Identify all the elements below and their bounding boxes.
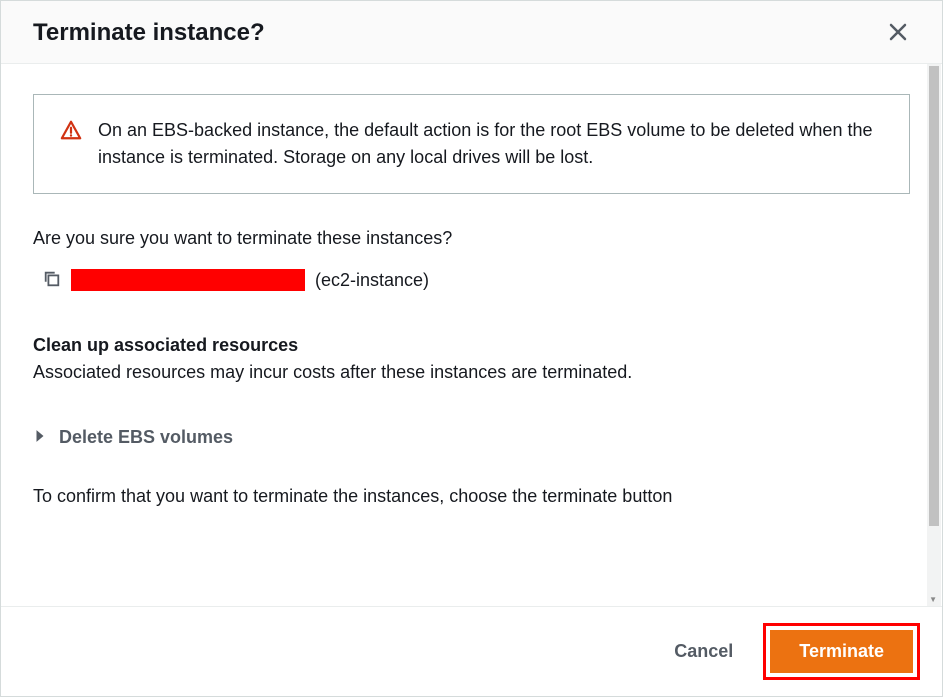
modal-title: Terminate instance?	[33, 19, 265, 47]
terminate-highlight-box: Terminate	[763, 623, 920, 680]
modal-header: Terminate instance?	[1, 1, 942, 64]
scrollbar-down-icon[interactable]: ▼	[929, 595, 937, 604]
terminate-instance-modal: Terminate instance? On an EBS-backed ins…	[0, 0, 943, 697]
instance-id-redacted	[71, 269, 305, 291]
cleanup-description: Associated resources may incur costs aft…	[33, 362, 910, 383]
cancel-button[interactable]: Cancel	[654, 631, 753, 672]
warning-triangle-icon	[60, 119, 82, 171]
copy-icon	[43, 276, 61, 291]
modal-body: On an EBS-backed instance, the default a…	[1, 64, 942, 606]
scrollbar-track[interactable]: ▼	[927, 64, 941, 606]
modal-body-wrapper: On an EBS-backed instance, the default a…	[1, 64, 942, 606]
close-button[interactable]	[886, 21, 910, 45]
expander-label: Delete EBS volumes	[59, 427, 233, 448]
chevron-right-icon	[33, 429, 47, 446]
close-icon	[888, 22, 908, 45]
modal-footer: Cancel Terminate	[1, 606, 942, 696]
confirm-question: Are you sure you want to terminate these…	[33, 228, 910, 249]
warning-alert: On an EBS-backed instance, the default a…	[33, 94, 910, 194]
warning-text: On an EBS-backed instance, the default a…	[98, 117, 881, 171]
instance-row: (ec2-instance)	[43, 269, 910, 291]
scrollbar-thumb[interactable]	[929, 66, 939, 526]
cleanup-heading: Clean up associated resources	[33, 335, 910, 356]
copy-instance-id-button[interactable]	[43, 270, 61, 291]
confirm-instruction: To confirm that you want to terminate th…	[33, 486, 910, 507]
delete-ebs-volumes-expander[interactable]: Delete EBS volumes	[33, 427, 233, 448]
terminate-button[interactable]: Terminate	[770, 630, 913, 673]
instance-name: (ec2-instance)	[315, 270, 429, 291]
